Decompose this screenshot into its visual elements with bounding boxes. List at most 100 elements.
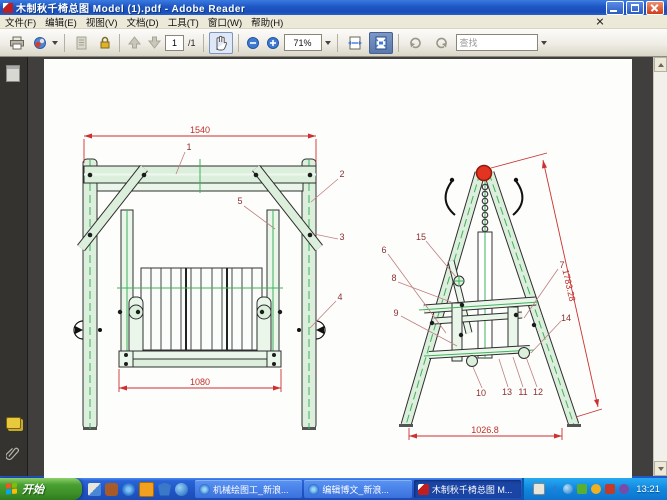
dim-front-top: 1540 [190, 125, 210, 135]
arrow-up-disabled-icon [127, 36, 141, 49]
adobe-reader-icon [417, 483, 429, 495]
menu-view[interactable]: 视图(V) [86, 15, 118, 29]
menu-window[interactable]: 窗口(W) [208, 15, 242, 29]
window-title: 木制秋千椅总图 Model (1).pdf - Adobe Reader [16, 4, 246, 15]
vertical-scrollbar[interactable] [653, 57, 667, 476]
find-dropdown[interactable] [540, 34, 548, 52]
scrollbar-track[interactable] [654, 72, 667, 461]
tray-update-icon[interactable] [577, 484, 588, 494]
browser-globe-icon[interactable] [175, 482, 188, 496]
save-copy-button[interactable] [70, 32, 94, 54]
rotate-clockwise-icon [410, 37, 421, 48]
part-label: 3 [339, 232, 344, 242]
paperclip-icon [5, 447, 19, 461]
menu-file[interactable]: 文件(F) [5, 15, 36, 29]
part-label: 9 [393, 308, 398, 318]
rotate-clockwise-button[interactable] [404, 32, 428, 54]
zoom-out-button[interactable] [244, 32, 262, 54]
fit-width-button[interactable] [343, 32, 367, 54]
zoom-dropdown[interactable] [324, 34, 332, 52]
part-label: 10 [476, 388, 486, 398]
previous-page-button[interactable] [125, 32, 143, 54]
pages-panel-button[interactable] [6, 65, 21, 82]
hide-tray-icons-chevron[interactable] [551, 485, 557, 493]
taskbar: 开始 机械绘图工_新浪... 编辑博文_新浪... 木制秋千椅总图 M... 1… [0, 478, 667, 500]
taskbar-task-2[interactable]: 编辑博文_新浪... [304, 480, 412, 498]
comments-icon [6, 417, 21, 429]
show-desktop-icon[interactable] [88, 482, 101, 496]
task-label: 机械绘图工_新浪... [213, 484, 289, 495]
titlebar: 木制秋千椅总图 Model (1).pdf - Adobe Reader [0, 0, 667, 15]
dim-side-base: 1026.8 [471, 425, 499, 435]
attachments-panel-button[interactable] [5, 445, 21, 462]
start-button[interactable]: 开始 [0, 478, 82, 500]
shield-icon[interactable] [158, 482, 171, 496]
app-orange-icon[interactable] [139, 481, 154, 497]
fit-width-icon [347, 36, 362, 49]
part-label: 1 [186, 142, 191, 152]
find-input[interactable] [455, 34, 538, 51]
tray-network-icon[interactable] [563, 484, 574, 494]
menu-tools[interactable]: 工具(T) [168, 15, 199, 29]
clock: 13:21 [636, 483, 660, 495]
minimize-button[interactable] [606, 0, 624, 15]
workspace: 1540 1080 1 2 3 4 5 1783.28 1026.8 15 6 … [0, 57, 667, 478]
part-label: 14 [561, 313, 571, 323]
part-label: 8 [391, 273, 396, 283]
print-button[interactable] [5, 32, 29, 54]
document-pane[interactable]: 1540 1080 1 2 3 4 5 1783.28 1026.8 15 6 … [28, 57, 653, 478]
part-label: 11 [518, 387, 527, 397]
scroll-up-button[interactable] [654, 57, 667, 72]
task-label: 木制秋千椅总图 M... [431, 484, 513, 495]
zoom-in-button[interactable] [264, 32, 282, 54]
tray-alert-icon[interactable] [591, 484, 602, 494]
ie-icon [199, 483, 210, 495]
ie-icon [308, 483, 320, 495]
part-label: 2 [339, 169, 344, 179]
front-view: 1540 1080 1 2 3 4 5 [73, 125, 345, 430]
taskbar-task-1[interactable]: 机械绘图工_新浪... [195, 480, 303, 498]
taskbar-task-active[interactable]: 木制秋千椅总图 M... [413, 480, 522, 498]
document-disabled-icon [76, 36, 87, 49]
close-button[interactable] [646, 0, 664, 15]
security-button[interactable] [96, 32, 114, 54]
comments-panel-button[interactable] [6, 417, 21, 434]
start-label: 开始 [22, 484, 44, 496]
input-method-icon[interactable] [533, 483, 546, 495]
share-dropdown[interactable] [51, 34, 59, 52]
close-document-icon[interactable] [596, 17, 604, 26]
printer-icon [10, 36, 24, 49]
adobe-reader-app-icon[interactable] [3, 2, 13, 13]
hand-icon [216, 35, 227, 50]
scroll-down-button[interactable] [654, 461, 667, 476]
toolbar: /1 71% [0, 29, 667, 57]
rotate-counterclockwise-button[interactable] [430, 32, 454, 54]
restore-button[interactable] [626, 0, 644, 15]
menubar: 文件(F) 编辑(E) 视图(V) 文档(D) 工具(T) 窗口(W) 帮助(H… [0, 15, 667, 29]
part-label: 5 [237, 196, 242, 206]
menu-document[interactable]: 文档(D) [126, 15, 158, 29]
windows-logo-icon [6, 482, 18, 495]
side-view: 1783.28 1026.8 15 6 8 9 7 14 10 13 11 12 [381, 152, 603, 440]
menu-help[interactable]: 帮助(H) [251, 15, 283, 29]
navigation-pane [0, 57, 28, 476]
part-label: 6 [381, 245, 386, 255]
dim-front-seat: 1080 [190, 377, 210, 387]
page-number-input[interactable] [165, 34, 184, 51]
tray-security-icon[interactable] [605, 484, 616, 494]
fit-page-icon [375, 36, 387, 49]
ie-icon[interactable] [122, 482, 135, 496]
zoom-level-select[interactable]: 71% [283, 34, 322, 51]
lock-icon [100, 36, 110, 49]
hand-tool-button[interactable] [208, 31, 233, 54]
pdf-page: 1540 1080 1 2 3 4 5 1783.28 1026.8 15 6 … [44, 59, 632, 478]
menu-edit[interactable]: 编辑(E) [45, 15, 77, 29]
fit-page-button[interactable] [368, 31, 393, 54]
next-page-button[interactable] [145, 32, 163, 54]
pages-icon [6, 65, 20, 82]
tray-app-icon[interactable] [619, 484, 630, 494]
share-button[interactable] [31, 32, 49, 54]
zoom-out-icon [246, 36, 259, 49]
media-app-icon[interactable] [105, 482, 118, 496]
part-label: 7 [559, 260, 564, 270]
